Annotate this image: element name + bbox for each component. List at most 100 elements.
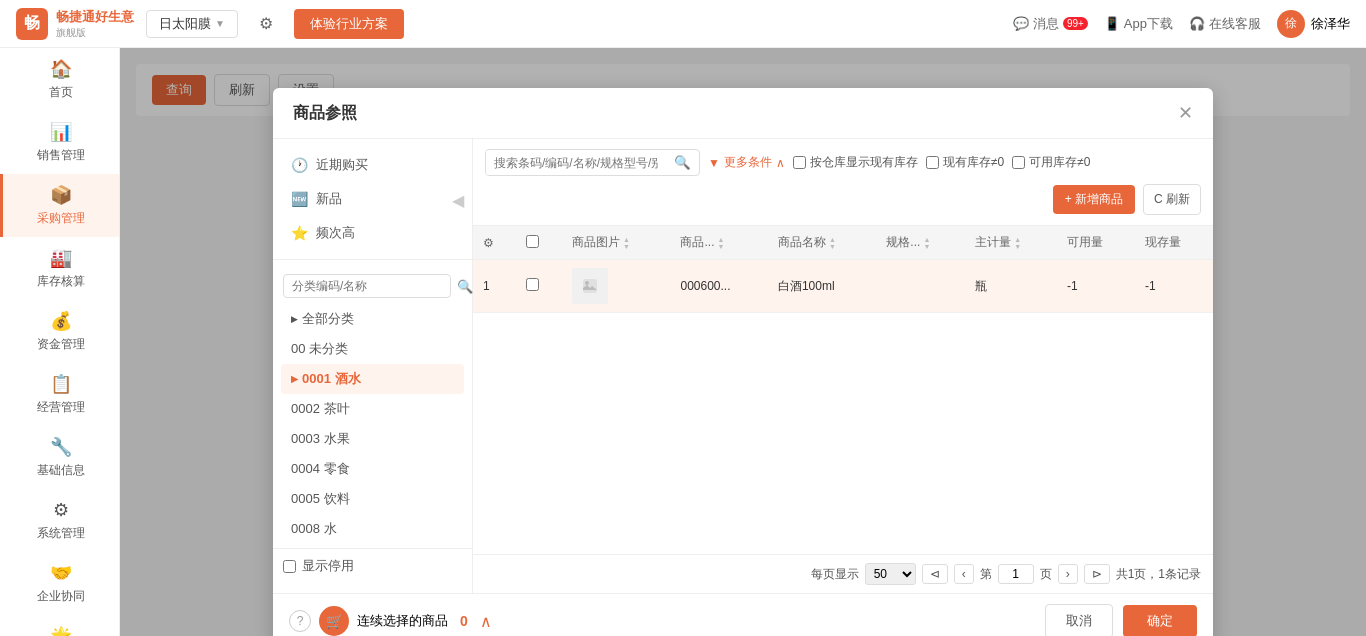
show-disabled-checkbox[interactable] <box>283 560 296 573</box>
sidebar-item-guide[interactable]: 🌟 新手引导 <box>0 615 119 636</box>
footer-collapse-button[interactable]: ∧ <box>480 612 492 631</box>
sidebar-item-enterprise[interactable]: 🤝 企业协同 <box>0 552 119 615</box>
sidebar-label-inventory: 库存核算 <box>37 273 85 290</box>
show-disabled-label: 显示停用 <box>302 557 354 575</box>
checkbox-warehouse[interactable]: 按仓库显示现有库存 <box>793 154 918 171</box>
sidebar-item-system[interactable]: ⚙ 系统管理 <box>0 489 119 552</box>
message-item[interactable]: 💬 消息 99+ <box>1013 15 1088 33</box>
cat-4[interactable]: 0004 零食 <box>281 454 464 484</box>
home-icon: 🏠 <box>50 58 72 80</box>
trial-button[interactable]: 体验行业方案 <box>294 9 404 39</box>
per-page-label: 每页显示 <box>811 566 859 583</box>
cat-4-label: 0004 零食 <box>291 460 350 478</box>
col-settings[interactable]: ⚙ <box>473 226 516 260</box>
add-product-button[interactable]: + 新增商品 <box>1053 185 1135 214</box>
checkbox-avail-ne0[interactable]: 可用库存≠0 <box>1012 154 1090 171</box>
table-refresh-button[interactable]: C 刷新 <box>1143 184 1201 215</box>
modal-footer: ? 🛒 连续选择的商品 0 ∧ 取消 确定 <box>273 593 1213 636</box>
cat-all[interactable]: ▶ 全部分类 <box>281 304 464 334</box>
user-area[interactable]: 徐 徐泽华 <box>1277 10 1350 38</box>
sidebar-item-home[interactable]: 🏠 首页 <box>0 48 119 111</box>
prev-page-button[interactable]: ‹ <box>954 564 974 584</box>
sidebar-label-home: 首页 <box>49 84 73 101</box>
cancel-button[interactable]: 取消 <box>1045 604 1113 636</box>
help-icon[interactable]: ? <box>289 610 311 632</box>
left-panel-collapse[interactable]: ◀ <box>452 191 464 210</box>
sidebar-item-operation[interactable]: 📋 经营管理 <box>0 363 119 426</box>
cat-tree: ▶ 全部分类 00 未分类 ▶ 0001 酒水 0002 茶 <box>273 304 472 548</box>
col-unit-sort[interactable]: 主计量 ▲▼ <box>975 234 1021 251</box>
page-label: 第 <box>980 566 992 583</box>
confirm-button[interactable]: 确定 <box>1123 605 1197 636</box>
col-stock: 现存量 <box>1135 226 1213 260</box>
avail-ne0-checkbox[interactable] <box>1012 156 1025 169</box>
next-page-button[interactable]: › <box>1058 564 1078 584</box>
row-checkbox[interactable] <box>526 278 539 291</box>
product-search-input[interactable] <box>486 151 666 175</box>
col-code: 商品... ▲▼ <box>670 226 767 260</box>
cat-search-input[interactable] <box>283 274 451 298</box>
nav-new[interactable]: 🆕 新品 <box>281 183 464 215</box>
show-disabled-row[interactable]: 显示停用 <box>273 548 472 583</box>
last-page-button[interactable]: ⊳ <box>1084 564 1110 584</box>
sort-arrows-spec: ▲▼ <box>923 236 930 250</box>
message-label: 消息 <box>1033 15 1059 33</box>
page-input[interactable] <box>998 564 1034 584</box>
warehouse-label: 按仓库显示现有库存 <box>810 154 918 171</box>
username: 徐泽华 <box>1311 15 1350 33</box>
cat-2[interactable]: 0002 茶叶 <box>281 394 464 424</box>
cat-1[interactable]: ▶ 0001 酒水 <box>281 364 464 394</box>
first-page-button[interactable]: ⊲ <box>922 564 948 584</box>
service-item[interactable]: 🎧 在线客服 <box>1189 15 1261 33</box>
checkbox-stock-ne0[interactable]: 现有库存≠0 <box>926 154 1004 171</box>
sidebar-item-finance[interactable]: 💰 资金管理 <box>0 300 119 363</box>
message-icon: 💬 <box>1013 16 1029 31</box>
sidebar-item-inventory[interactable]: 🏭 库存核算 <box>0 237 119 300</box>
per-page-select[interactable]: 50 10 20 100 <box>865 563 916 585</box>
col-spec-sort[interactable]: 规格... ▲▼ <box>886 234 930 251</box>
product-search-button[interactable]: 🔍 <box>666 150 699 175</box>
nav-select-arrow: ▼ <box>215 18 225 29</box>
cat-6[interactable]: 0008 水 <box>281 514 464 544</box>
sort-arrows-unit: ▲▼ <box>1014 236 1021 250</box>
col-img-sort[interactable]: 商品图片 ▲▼ <box>572 234 630 251</box>
nav-frequent[interactable]: ⭐ 频次高 <box>281 217 464 249</box>
pagination: 每页显示 50 10 20 100 ⊲ ‹ 第 页 <box>473 554 1213 593</box>
cat-0[interactable]: 00 未分类 <box>281 334 464 364</box>
cell-img <box>562 260 670 313</box>
col-name-sort[interactable]: 商品名称 ▲▼ <box>778 234 836 251</box>
cell-stock: -1 <box>1135 260 1213 313</box>
sidebar-item-sales[interactable]: 📊 销售管理 <box>0 111 119 174</box>
nav-frequent-label: 频次高 <box>316 224 355 242</box>
svg-point-1 <box>585 281 589 285</box>
modal-close-button[interactable]: ✕ <box>1178 102 1193 124</box>
modal-header: 商品参照 ✕ <box>273 88 1213 139</box>
avatar: 徐 <box>1277 10 1305 38</box>
headset-icon: 🎧 <box>1189 16 1205 31</box>
sidebar-label-system: 系统管理 <box>37 525 85 542</box>
selected-count: 0 <box>460 613 468 629</box>
sidebar-item-purchase[interactable]: 📦 采购管理 <box>0 174 119 237</box>
stock-ne0-checkbox[interactable] <box>926 156 939 169</box>
nav-recent[interactable]: 🕐 近期购买 <box>281 149 464 181</box>
cat-3[interactable]: 0003 水果 <box>281 424 464 454</box>
cart-button[interactable]: 🛒 <box>319 606 349 636</box>
service-label: 在线客服 <box>1209 15 1261 33</box>
nav-select[interactable]: 日太阳膜 ▼ <box>146 10 238 38</box>
sidebar-label-purchase: 采购管理 <box>37 210 85 227</box>
table-body: 1 000600... 白酒100ml <box>473 260 1213 313</box>
filter-button[interactable]: ▼ 更多条件 ∧ <box>708 154 785 171</box>
cat-search-icon[interactable]: 🔍 <box>457 279 473 294</box>
select-all-checkbox[interactable] <box>526 235 539 248</box>
selected-label: 连续选择的商品 <box>357 612 448 630</box>
cell-name: 白酒100ml <box>768 260 876 313</box>
nav-select-text: 日太阳膜 <box>159 15 211 33</box>
app-download-item[interactable]: 📱 App下载 <box>1104 15 1173 33</box>
cat-5[interactable]: 0005 饮料 <box>281 484 464 514</box>
sidebar-item-basic[interactable]: 🔧 基础信息 <box>0 426 119 489</box>
table-row[interactable]: 1 000600... 白酒100ml <box>473 260 1213 313</box>
sidebar-label-basic: 基础信息 <box>37 462 85 479</box>
gear-button[interactable]: ⚙ <box>250 8 282 40</box>
col-code-sort[interactable]: 商品... ▲▼ <box>680 234 724 251</box>
warehouse-checkbox[interactable] <box>793 156 806 169</box>
